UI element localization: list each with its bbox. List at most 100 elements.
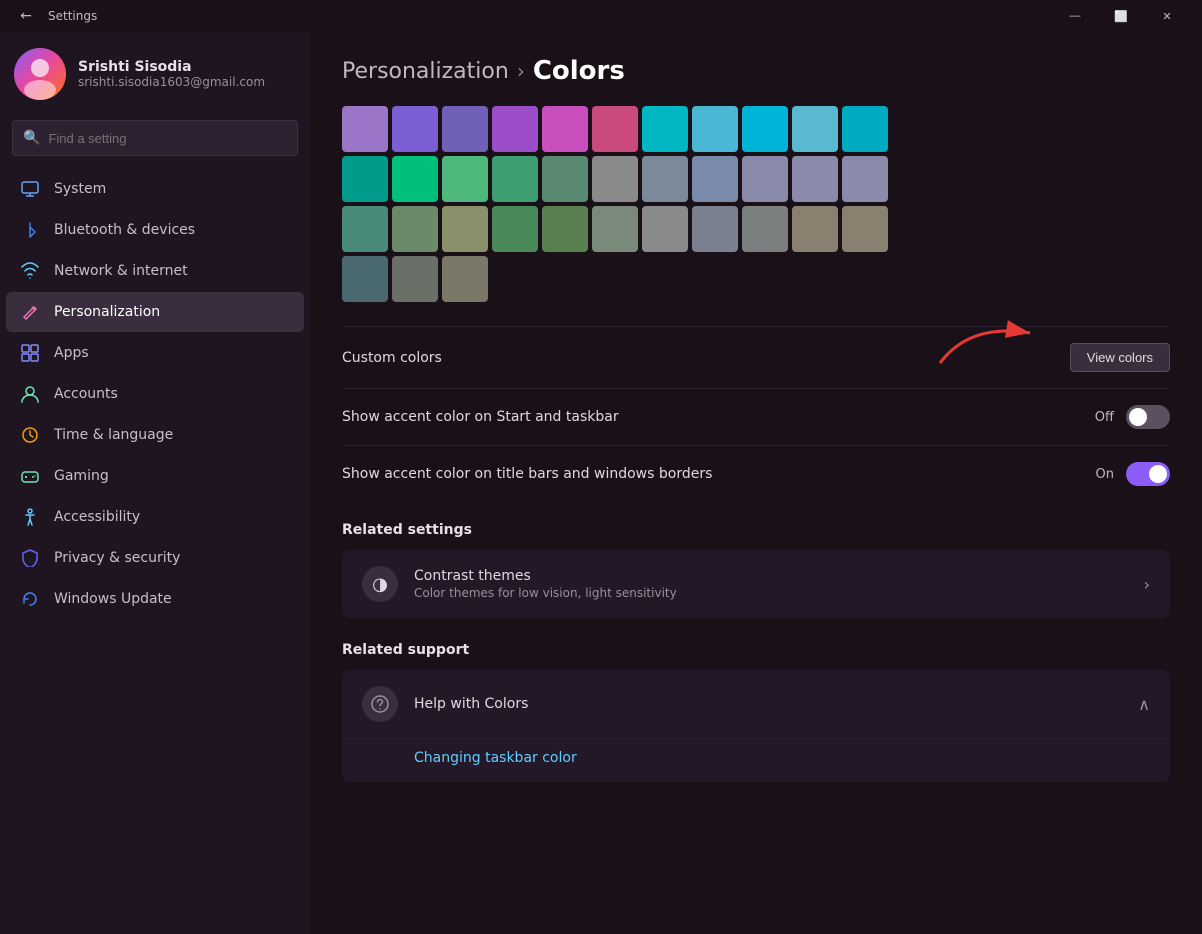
titlebar: ← Settings — ⬜ ✕ bbox=[0, 0, 1202, 32]
color-swatch[interactable] bbox=[342, 156, 388, 202]
sidebar-item-accounts[interactable]: Accounts bbox=[6, 374, 304, 414]
custom-colors-row: Custom colors View colors bbox=[342, 326, 1170, 388]
color-swatch[interactable] bbox=[392, 256, 438, 302]
back-button[interactable]: ← bbox=[12, 2, 40, 30]
related-settings-heading: Related settings bbox=[342, 522, 1170, 538]
color-swatch[interactable] bbox=[492, 206, 538, 252]
color-swatch[interactable] bbox=[792, 106, 838, 152]
color-swatch[interactable] bbox=[392, 156, 438, 202]
changing-taskbar-color-link[interactable]: Changing taskbar color bbox=[414, 750, 577, 766]
sidebar-item-bluetooth[interactable]: Bluetooth & devices bbox=[6, 210, 304, 250]
help-with-colors-header[interactable]: Help with Colors ∧ bbox=[342, 670, 1170, 738]
color-swatch[interactable] bbox=[792, 206, 838, 252]
color-swatch[interactable] bbox=[842, 106, 888, 152]
color-swatch[interactable] bbox=[642, 156, 688, 202]
minimize-button[interactable]: — bbox=[1052, 0, 1098, 32]
color-swatch[interactable] bbox=[492, 156, 538, 202]
sidebar-item-apps[interactable]: Apps bbox=[6, 333, 304, 373]
color-swatch[interactable] bbox=[442, 106, 488, 152]
apps-icon bbox=[20, 343, 40, 363]
color-swatch[interactable] bbox=[442, 256, 488, 302]
color-swatch[interactable] bbox=[542, 156, 588, 202]
sidebar-item-network[interactable]: Network & internet bbox=[6, 251, 304, 291]
user-info: Srishti Sisodia srishti.sisodia1603@gmai… bbox=[78, 59, 265, 89]
sidebar-item-label: Time & language bbox=[54, 427, 173, 443]
sidebar-item-accessibility[interactable]: Accessibility bbox=[6, 497, 304, 537]
search-box[interactable]: 🔍 bbox=[12, 120, 298, 156]
color-swatch[interactable] bbox=[692, 206, 738, 252]
card-text: Contrast themes Color themes for low vis… bbox=[414, 568, 677, 600]
color-swatch[interactable] bbox=[392, 106, 438, 152]
page-title: Colors bbox=[533, 56, 625, 86]
accent-borders-right: On bbox=[1096, 462, 1170, 486]
time-icon bbox=[20, 425, 40, 445]
color-swatch[interactable] bbox=[392, 206, 438, 252]
contrast-themes-card[interactable]: ◑ Contrast themes Color themes for low v… bbox=[342, 550, 1170, 618]
color-swatch[interactable] bbox=[492, 106, 538, 152]
arrow-annotation bbox=[930, 313, 1050, 373]
color-swatch[interactable] bbox=[742, 156, 788, 202]
search-container: 🔍 bbox=[0, 120, 310, 168]
accounts-icon bbox=[20, 384, 40, 404]
content-area: Personalization › Colors Custom colors bbox=[310, 32, 1202, 934]
chevron-up-icon: ∧ bbox=[1138, 695, 1150, 714]
sidebar-item-label: Network & internet bbox=[54, 263, 188, 279]
color-swatch[interactable] bbox=[342, 106, 388, 152]
color-swatch[interactable] bbox=[842, 206, 888, 252]
app-title: Settings bbox=[48, 9, 97, 23]
help-icon bbox=[362, 686, 398, 722]
color-swatch[interactable] bbox=[342, 206, 388, 252]
color-swatch[interactable] bbox=[742, 106, 788, 152]
close-button[interactable]: ✕ bbox=[1144, 0, 1190, 32]
setting-right: View colors bbox=[1070, 343, 1170, 372]
gaming-icon bbox=[20, 466, 40, 486]
maximize-button[interactable]: ⬜ bbox=[1098, 0, 1144, 32]
color-swatch[interactable] bbox=[442, 206, 488, 252]
accent-taskbar-right: Off bbox=[1095, 405, 1170, 429]
avatar bbox=[14, 48, 66, 100]
sidebar-item-time[interactable]: Time & language bbox=[6, 415, 304, 455]
sidebar-item-label: Windows Update bbox=[54, 591, 172, 607]
chevron-right-icon: › bbox=[1144, 575, 1150, 594]
color-swatch[interactable] bbox=[542, 106, 588, 152]
sidebar-item-system[interactable]: System bbox=[6, 169, 304, 209]
sidebar-item-gaming[interactable]: Gaming bbox=[6, 456, 304, 496]
color-swatch[interactable] bbox=[592, 156, 638, 202]
help-content: Changing taskbar color bbox=[342, 738, 1170, 782]
accent-taskbar-toggle[interactable] bbox=[1126, 405, 1170, 429]
accent-borders-toggle[interactable] bbox=[1126, 462, 1170, 486]
view-colors-button[interactable]: View colors bbox=[1070, 343, 1170, 372]
update-icon bbox=[20, 589, 40, 609]
color-swatch[interactable] bbox=[742, 206, 788, 252]
color-swatch[interactable] bbox=[442, 156, 488, 202]
sidebar-item-label: Personalization bbox=[54, 304, 160, 320]
color-swatch[interactable] bbox=[642, 206, 688, 252]
accent-borders-row: Show accent color on title bars and wind… bbox=[342, 445, 1170, 502]
sidebar-item-label: Gaming bbox=[54, 468, 109, 484]
color-swatch[interactable] bbox=[542, 206, 588, 252]
color-swatch[interactable] bbox=[642, 106, 688, 152]
accessibility-icon bbox=[20, 507, 40, 527]
accent-taskbar-status: Off bbox=[1095, 410, 1114, 425]
contrast-themes-title: Contrast themes bbox=[414, 568, 677, 584]
window-controls: — ⬜ ✕ bbox=[1052, 0, 1190, 32]
sidebar-item-update[interactable]: Windows Update bbox=[6, 579, 304, 619]
color-swatch[interactable] bbox=[692, 106, 738, 152]
color-swatch[interactable] bbox=[342, 256, 388, 302]
sidebar-item-privacy[interactable]: Privacy & security bbox=[6, 538, 304, 578]
network-icon bbox=[20, 261, 40, 281]
sidebar-item-label: System bbox=[54, 181, 106, 197]
app-body: Srishti Sisodia srishti.sisodia1603@gmai… bbox=[0, 32, 1202, 934]
bluetooth-icon bbox=[20, 220, 40, 240]
color-swatch[interactable] bbox=[692, 156, 738, 202]
sidebar-item-personalization[interactable]: Personalization bbox=[6, 292, 304, 332]
search-input[interactable] bbox=[48, 131, 287, 146]
accent-taskbar-label: Show accent color on Start and taskbar bbox=[342, 409, 619, 425]
user-profile[interactable]: Srishti Sisodia srishti.sisodia1603@gmai… bbox=[0, 32, 310, 120]
color-swatch[interactable] bbox=[792, 156, 838, 202]
color-swatch[interactable] bbox=[592, 206, 638, 252]
color-swatch[interactable] bbox=[592, 106, 638, 152]
contrast-themes-icon: ◑ bbox=[362, 566, 398, 602]
breadcrumb-parent[interactable]: Personalization bbox=[342, 59, 509, 84]
color-swatch[interactable] bbox=[842, 156, 888, 202]
